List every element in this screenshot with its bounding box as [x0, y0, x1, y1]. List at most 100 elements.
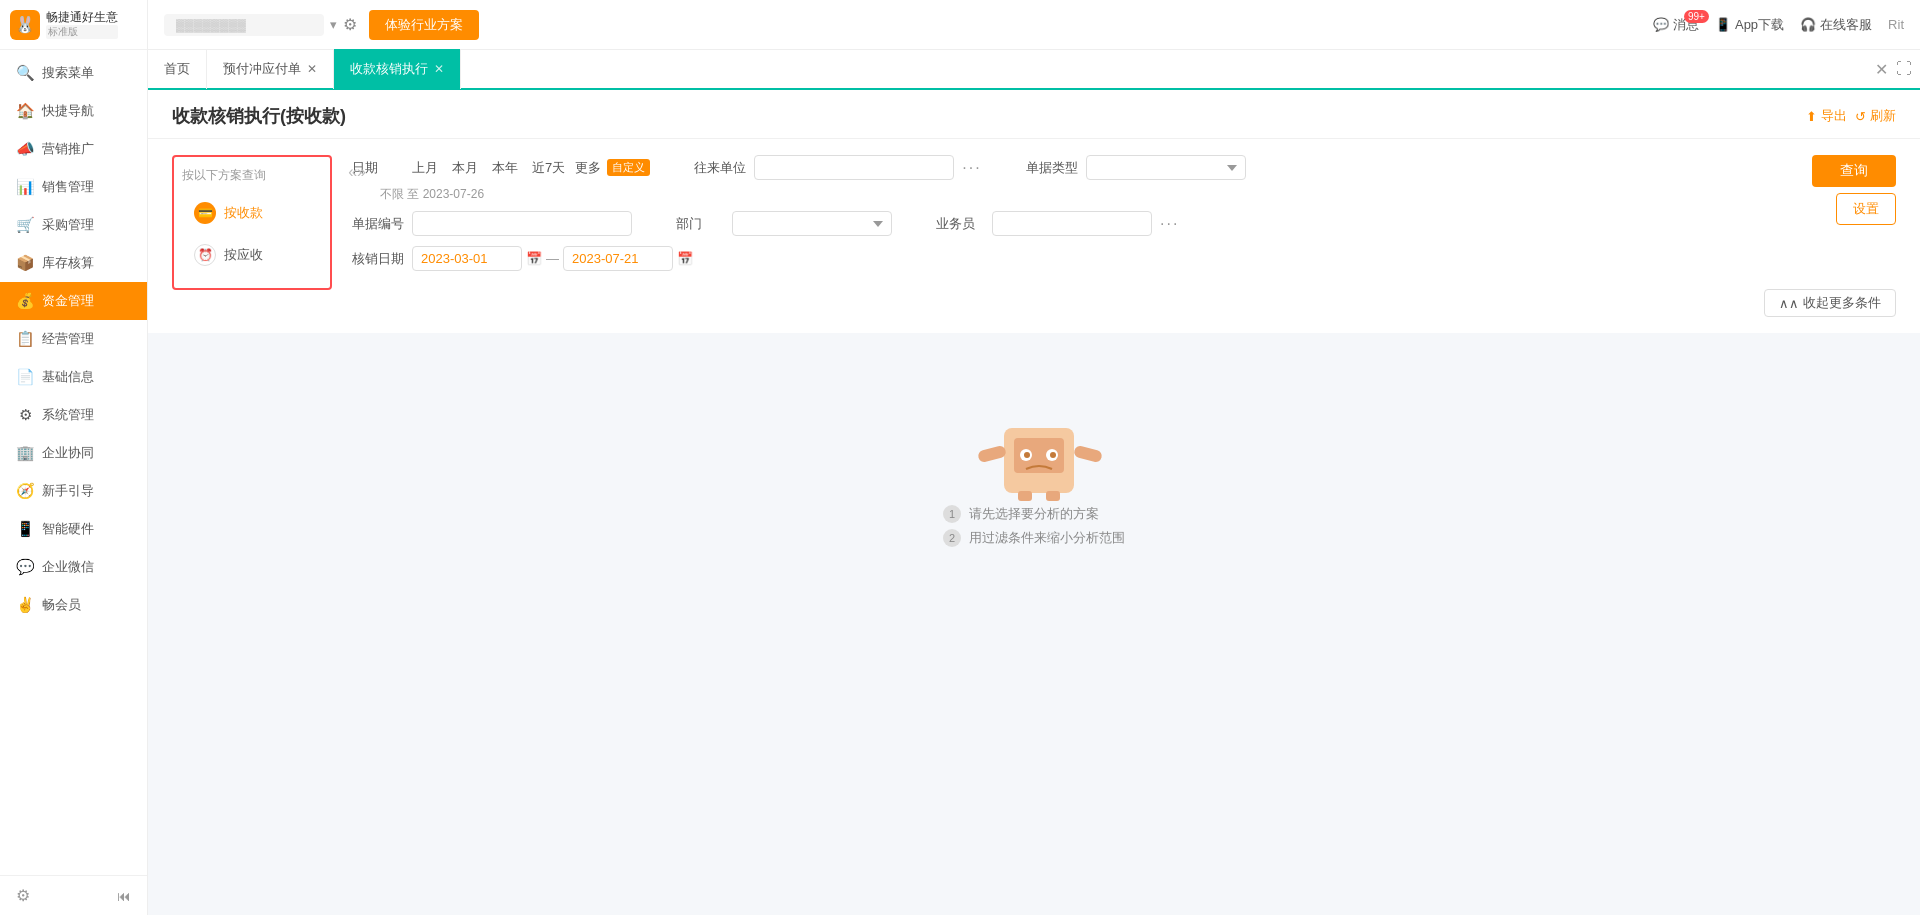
sidebar-item-enterprise[interactable]: 🏢 企业协同 — [0, 434, 147, 472]
logo-icon: 🐰 — [10, 10, 40, 40]
sidebar-item-label: 畅会员 — [42, 596, 81, 614]
doc-no-input[interactable] — [412, 211, 632, 236]
sidebar-item-member[interactable]: ✌ 畅会员 — [0, 586, 147, 624]
doc-type-select[interactable] — [1086, 155, 1246, 180]
app-download-button[interactable]: 📱 App下载 — [1715, 16, 1784, 34]
filter-option-receivable-label: 按应收 — [224, 246, 263, 264]
collapse-filter-icon[interactable]: «» — [348, 163, 366, 181]
sidebar-item-label: 经营管理 — [42, 330, 94, 348]
sidebar: 🐰 畅捷通好生意 标准版 🔍 搜索菜单 🏠 快捷导航 📣 营销推广 📊 销售管理… — [0, 0, 148, 915]
export-label: 导出 — [1821, 107, 1847, 125]
sidebar-item-label: 基础信息 — [42, 368, 94, 386]
receivable-icon: ⏰ — [194, 244, 216, 266]
tab-home[interactable]: 首页 — [148, 49, 207, 89]
calendar-end-icon[interactable]: 📅 — [677, 251, 693, 266]
service-button[interactable]: 🎧 在线客服 — [1800, 16, 1872, 34]
empty-hint-2: 2 用过滤条件来缩小分析范围 — [943, 529, 1125, 547]
inventory-icon: 📦 — [16, 254, 34, 272]
top-header: ▓▓▓▓▓▓▓▓ ▾ ⚙ 体验行业方案 💬 消息 99+ 📱 App下载 🎧 在… — [148, 0, 1920, 50]
header-right: 💬 消息 99+ 📱 App下载 🎧 在线客服 Rit — [1653, 16, 1904, 34]
header-search-box[interactable]: ▓▓▓▓▓▓▓▓ — [164, 14, 324, 36]
receipt-icon: 💳 — [194, 202, 216, 224]
sidebar-item-purchase[interactable]: 🛒 采购管理 — [0, 206, 147, 244]
export-button[interactable]: ⬆ 导出 — [1806, 107, 1847, 125]
sidebar-item-quick-nav[interactable]: 🏠 快捷导航 — [0, 92, 147, 130]
sidebar-item-hardware[interactable]: 📱 智能硬件 — [0, 510, 147, 548]
app-tag: 标准版 — [46, 25, 118, 39]
message-icon: 💬 — [1653, 17, 1669, 32]
svg-rect-7 — [1073, 445, 1103, 464]
tab-prepay-label: 预付冲应付单 — [223, 60, 301, 78]
hint-num-1: 1 — [943, 505, 961, 523]
filter-area: 按以下方案查询 💳 按收款 ⏰ 按应收 «» — [148, 139, 1920, 333]
verify-date-start-input[interactable]: 2023-03-01 — [412, 246, 522, 271]
hint-text-2: 用过滤条件来缩小分析范围 — [969, 529, 1125, 547]
header-gear-icon[interactable]: ⚙ — [343, 15, 357, 34]
sidebar-item-guide[interactable]: 🧭 新手引导 — [0, 472, 147, 510]
filter-panel-title: 按以下方案查询 — [182, 167, 322, 184]
page-actions: ⬆ 导出 ↺ 刷新 — [1806, 107, 1896, 125]
service-label: 在线客服 — [1820, 16, 1872, 34]
close-tab-receive-icon[interactable]: ✕ — [434, 62, 444, 76]
dept-select[interactable] — [732, 211, 892, 236]
sidebar-item-label: 快捷导航 — [42, 102, 94, 120]
collapse-sidebar-button[interactable]: ⏮ — [117, 888, 131, 904]
counterpart-input[interactable] — [754, 155, 954, 180]
date-this-year[interactable]: 本年 — [488, 157, 522, 179]
settings-icon[interactable]: ⚙ — [16, 886, 30, 905]
filter-option-by-receipt[interactable]: 💳 按收款 — [182, 194, 322, 232]
sidebar-item-label: 营销推广 — [42, 140, 94, 158]
user-name[interactable]: Rit — [1888, 17, 1904, 32]
sales-icon: 📊 — [16, 178, 34, 196]
sidebar-item-marketing[interactable]: 📣 营销推广 — [0, 130, 147, 168]
filter-settings-button[interactable]: 设置 — [1836, 193, 1896, 225]
close-tab-prepay-icon[interactable]: ✕ — [307, 62, 317, 76]
filter-actions: 查询 设置 — [1812, 155, 1896, 225]
hardware-icon: 📱 — [16, 520, 34, 538]
collapse-more-button[interactable]: ∧∧ 收起更多条件 — [1764, 289, 1896, 317]
close-window-icon[interactable]: ✕ — [1875, 60, 1888, 79]
empty-hints: 1 请先选择要分析的方案 2 用过滤条件来缩小分析范围 — [943, 505, 1125, 547]
date-more-btn[interactable]: 更多 — [575, 159, 601, 177]
staff-ellipsis[interactable]: ··· — [1160, 215, 1179, 233]
filter-option-by-receivable[interactable]: ⏰ 按应收 — [182, 236, 322, 274]
sidebar-item-wechat[interactable]: 💬 企业微信 — [0, 548, 147, 586]
verify-date-end-input[interactable]: 2023-07-21 — [563, 246, 673, 271]
filter-option-receipt-label: 按收款 — [224, 204, 263, 222]
sidebar-item-label: 系统管理 — [42, 406, 94, 424]
sidebar-item-basic-info[interactable]: 📄 基础信息 — [0, 358, 147, 396]
date-last-month[interactable]: 上月 — [408, 157, 442, 179]
message-button[interactable]: 💬 消息 99+ — [1653, 16, 1699, 34]
sidebar-item-label: 新手引导 — [42, 482, 94, 500]
sidebar-item-sales[interactable]: 📊 销售管理 — [0, 168, 147, 206]
staff-input[interactable] — [992, 211, 1152, 236]
tab-prepay-offset[interactable]: 预付冲应付单 ✕ — [207, 49, 334, 89]
sidebar-item-search-menu[interactable]: 🔍 搜索菜单 — [0, 54, 147, 92]
home-icon: 🏠 — [16, 102, 34, 120]
tab-receive-offset[interactable]: 收款核销执行 ✕ — [334, 49, 461, 89]
sidebar-bottom: ⚙ ⏮ — [0, 875, 147, 915]
tab-actions: ✕ ⛶ — [1867, 60, 1920, 79]
search-menu-icon: 🔍 — [16, 64, 34, 82]
operation-icon: 📋 — [16, 330, 34, 348]
counterpart-ellipsis[interactable]: ··· — [962, 159, 981, 177]
query-button[interactable]: 查询 — [1812, 155, 1896, 187]
svg-point-4 — [1024, 452, 1030, 458]
calendar-start-icon[interactable]: 📅 — [526, 251, 542, 266]
sidebar-item-system[interactable]: ⚙ 系统管理 — [0, 396, 147, 434]
date-this-month[interactable]: 本月 — [448, 157, 482, 179]
empty-hint-1: 1 请先选择要分析的方案 — [943, 505, 1125, 523]
empty-state: 1 请先选择要分析的方案 2 用过滤条件来缩小分析范围 — [148, 333, 1920, 587]
date-custom-tag[interactable]: 自定义 — [607, 159, 650, 176]
dropdown-icon[interactable]: ▾ — [330, 17, 337, 32]
collapse-more-row: ∧∧ 收起更多条件 — [352, 283, 1896, 317]
refresh-button[interactable]: ↺ 刷新 — [1855, 107, 1896, 125]
page-title: 收款核销执行(按收款) — [172, 104, 346, 128]
sidebar-item-operation[interactable]: 📋 经营管理 — [0, 320, 147, 358]
date-7days[interactable]: 近7天 — [528, 157, 569, 179]
sidebar-item-label: 企业协同 — [42, 444, 94, 462]
solution-button[interactable]: 体验行业方案 — [369, 10, 479, 40]
sidebar-item-finance[interactable]: 💰 资金管理 — [0, 282, 147, 320]
expand-icon[interactable]: ⛶ — [1896, 60, 1912, 78]
sidebar-item-inventory[interactable]: 📦 库存核算 — [0, 244, 147, 282]
